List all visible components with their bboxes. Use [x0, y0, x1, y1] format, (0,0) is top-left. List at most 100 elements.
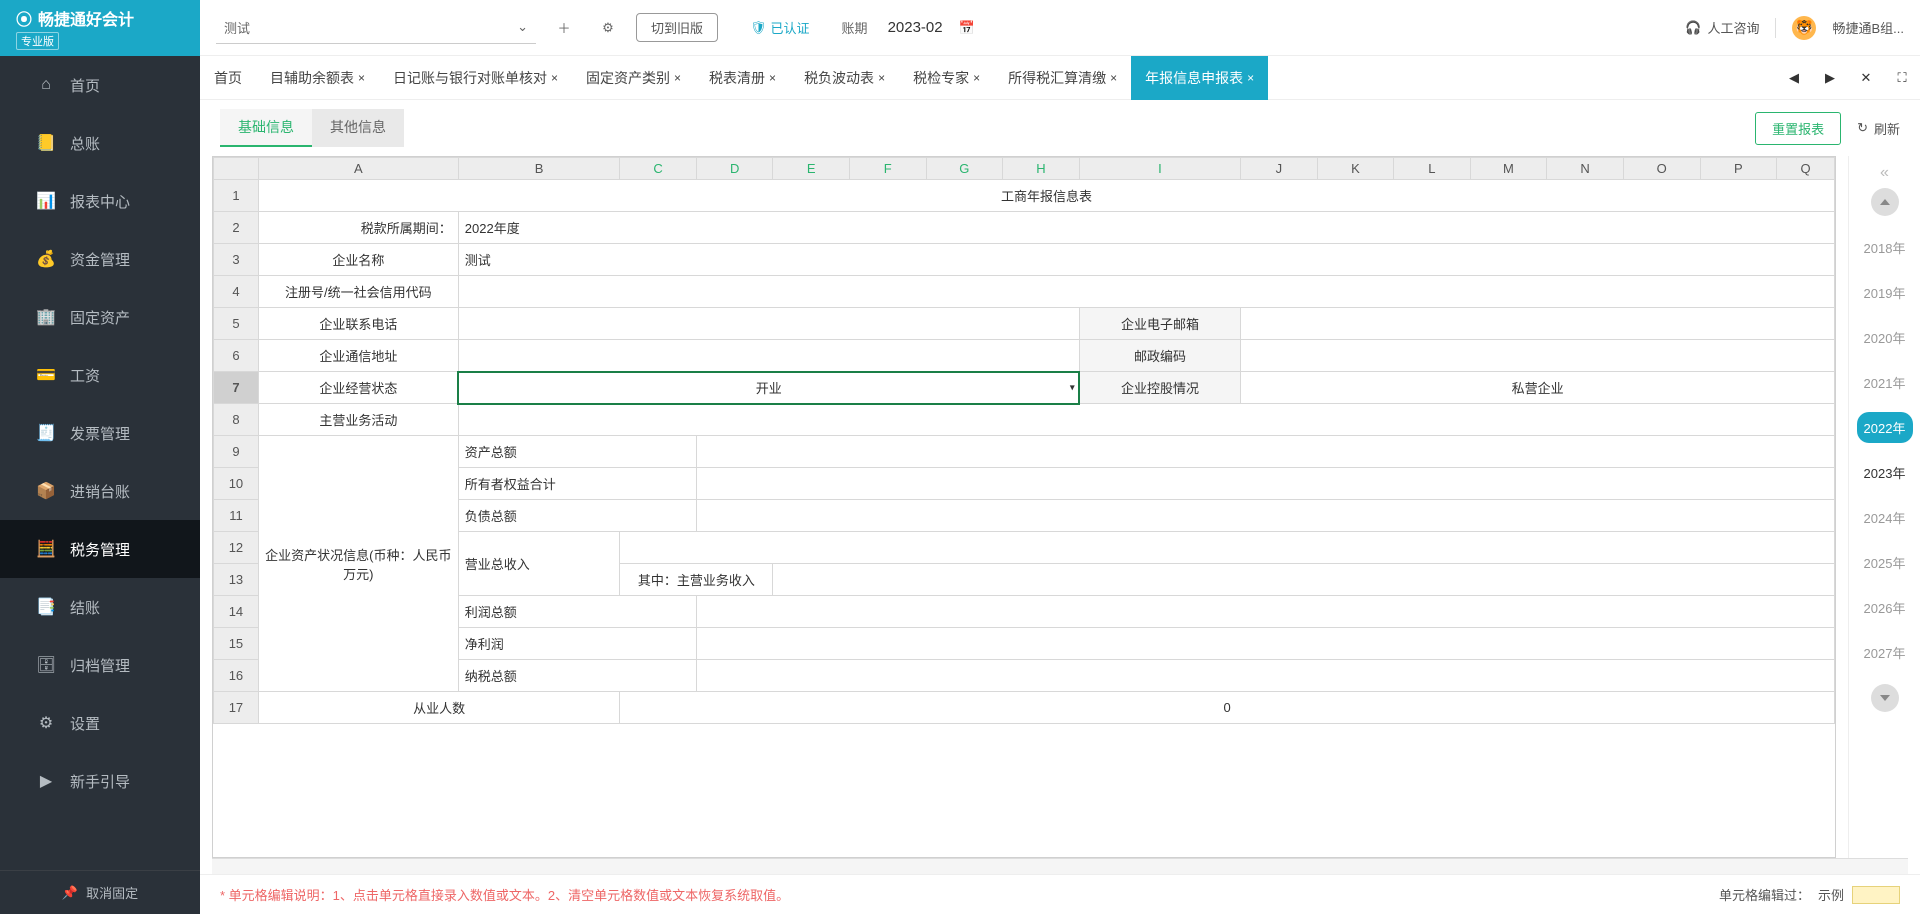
year-2021年[interactable]: 2021年: [1857, 367, 1913, 398]
sidebar-item-0[interactable]: ⌂首页: [0, 56, 200, 114]
year-2023年[interactable]: 2023年: [1857, 457, 1913, 488]
row-header-1[interactable]: 1: [214, 180, 259, 212]
col-header-G[interactable]: G: [926, 158, 1003, 180]
main-revenue-value[interactable]: [773, 564, 1835, 596]
row-header-10[interactable]: 10: [214, 468, 259, 500]
tab-prev-button[interactable]: ◀: [1776, 56, 1812, 100]
refresh-button[interactable]: ↻ 刷新: [1857, 119, 1900, 138]
year-2019年[interactable]: 2019年: [1857, 277, 1913, 308]
col-header-H[interactable]: H: [1003, 158, 1080, 180]
tab-0[interactable]: 首页: [200, 56, 256, 100]
row-header-13[interactable]: 13: [214, 564, 259, 596]
col-header-D[interactable]: D: [696, 158, 773, 180]
tab-5[interactable]: 税负波动表 ×: [790, 56, 899, 100]
tab-close-icon[interactable]: ×: [1110, 71, 1117, 85]
row-header-8[interactable]: 8: [214, 404, 259, 436]
col-header-Q[interactable]: Q: [1777, 158, 1835, 180]
profit-value[interactable]: [696, 596, 1834, 628]
tab-close-icon[interactable]: ×: [674, 71, 681, 85]
sidebar-item-6[interactable]: 🧾发票管理: [0, 404, 200, 462]
year-2024年[interactable]: 2024年: [1857, 502, 1913, 533]
net-profit-value[interactable]: [696, 628, 1834, 660]
consult-link[interactable]: 🎧 人工咨询: [1685, 18, 1759, 37]
sidebar-item-11[interactable]: ⚙设置: [0, 694, 200, 752]
col-header-K[interactable]: K: [1317, 158, 1394, 180]
zip-value[interactable]: [1241, 340, 1835, 372]
sidebar-item-10[interactable]: 🗄归档管理: [0, 636, 200, 694]
sidebar-item-1[interactable]: 📒总账: [0, 114, 200, 172]
subtab-0[interactable]: 基础信息: [220, 109, 312, 147]
col-header-N[interactable]: N: [1547, 158, 1624, 180]
year-2027年[interactable]: 2027年: [1857, 637, 1913, 668]
fullscreen-button[interactable]: ⛶: [1884, 56, 1920, 100]
col-header-O[interactable]: O: [1623, 158, 1700, 180]
row-header-4[interactable]: 4: [214, 276, 259, 308]
tab-next-button[interactable]: ▶: [1812, 56, 1848, 100]
col-header-M[interactable]: M: [1470, 158, 1547, 180]
col-header-C[interactable]: C: [620, 158, 697, 180]
phone-value[interactable]: [458, 308, 1079, 340]
status-value[interactable]: 开业: [458, 372, 1079, 404]
row-header-2[interactable]: 2: [214, 212, 259, 244]
sidebar-unpin[interactable]: 📌 取消固定: [0, 870, 200, 914]
total-assets-value[interactable]: [696, 436, 1834, 468]
email-value[interactable]: [1241, 308, 1835, 340]
address-value[interactable]: [458, 340, 1079, 372]
revenue-value[interactable]: [620, 532, 1835, 564]
calendar-icon[interactable]: 📅: [959, 20, 975, 36]
sidebar-item-9[interactable]: 📑结账: [0, 578, 200, 636]
tab-close-button[interactable]: ✕: [1848, 56, 1884, 100]
tab-3[interactable]: 固定资产类别 ×: [572, 56, 695, 100]
company-dropdown[interactable]: 测试 ⌄: [216, 12, 536, 44]
year-2018年[interactable]: 2018年: [1857, 232, 1913, 263]
tab-6[interactable]: 税检专家 ×: [899, 56, 994, 100]
col-header-F[interactable]: F: [850, 158, 927, 180]
row-header-11[interactable]: 11: [214, 500, 259, 532]
year-down-button[interactable]: [1871, 684, 1899, 712]
period-value-cell[interactable]: 2022年度: [458, 212, 1834, 244]
sidebar-item-12[interactable]: ▶新手引导: [0, 752, 200, 810]
tab-close-icon[interactable]: ×: [973, 71, 980, 85]
user-name[interactable]: 畅捷通B组...: [1832, 18, 1904, 37]
row-header-7[interactable]: 7: [214, 372, 259, 404]
row-header-12[interactable]: 12: [214, 532, 259, 564]
tab-close-icon[interactable]: ×: [878, 71, 885, 85]
subtab-1[interactable]: 其他信息: [312, 109, 404, 147]
equity-value[interactable]: [696, 468, 1834, 500]
holding-value[interactable]: 私营企业: [1241, 372, 1835, 404]
row-header-15[interactable]: 15: [214, 628, 259, 660]
spreadsheet[interactable]: ABCDEFGHIJKLMNOPQ1工商年报信息表2税款所属期间：2022年度3…: [212, 156, 1836, 858]
add-button[interactable]: ＋: [548, 12, 580, 44]
col-header-P[interactable]: P: [1700, 158, 1777, 180]
liabilities-value[interactable]: [696, 500, 1834, 532]
year-2026年[interactable]: 2026年: [1857, 592, 1913, 623]
row-header-6[interactable]: 6: [214, 340, 259, 372]
year-2020年[interactable]: 2020年: [1857, 322, 1913, 353]
row-header-16[interactable]: 16: [214, 660, 259, 692]
year-up-button[interactable]: [1871, 188, 1899, 216]
period-value[interactable]: 2023-02: [888, 19, 943, 36]
tax-value[interactable]: [696, 660, 1834, 692]
row-header-5[interactable]: 5: [214, 308, 259, 340]
tab-close-icon[interactable]: ×: [769, 71, 776, 85]
sidebar-item-5[interactable]: 💳工资: [0, 346, 200, 404]
year-2022年[interactable]: 2022年: [1857, 412, 1913, 443]
employees-value[interactable]: 0: [620, 692, 1835, 724]
tab-4[interactable]: 税表清册 ×: [695, 56, 790, 100]
settings-icon[interactable]: ⚙: [592, 12, 624, 44]
tab-7[interactable]: 所得税汇算清缴 ×: [994, 56, 1131, 100]
switch-old-button[interactable]: 切到旧版: [636, 13, 718, 42]
horizontal-scrollbar[interactable]: [212, 858, 1908, 874]
company-name-value[interactable]: 测试: [458, 244, 1834, 276]
tab-2[interactable]: 日记账与银行对账单核对 ×: [379, 56, 572, 100]
sidebar-item-8[interactable]: 🧮税务管理: [0, 520, 200, 578]
sidebar-item-7[interactable]: 📦进销台账: [0, 462, 200, 520]
col-header-J[interactable]: J: [1241, 158, 1317, 180]
col-header-A[interactable]: A: [258, 158, 458, 180]
col-header-L[interactable]: L: [1394, 158, 1470, 180]
col-header-B[interactable]: B: [458, 158, 619, 180]
main-biz-value[interactable]: [458, 404, 1834, 436]
reg-code-value[interactable]: [458, 276, 1834, 308]
sidebar-item-2[interactable]: 📊报表中心: [0, 172, 200, 230]
row-header-14[interactable]: 14: [214, 596, 259, 628]
